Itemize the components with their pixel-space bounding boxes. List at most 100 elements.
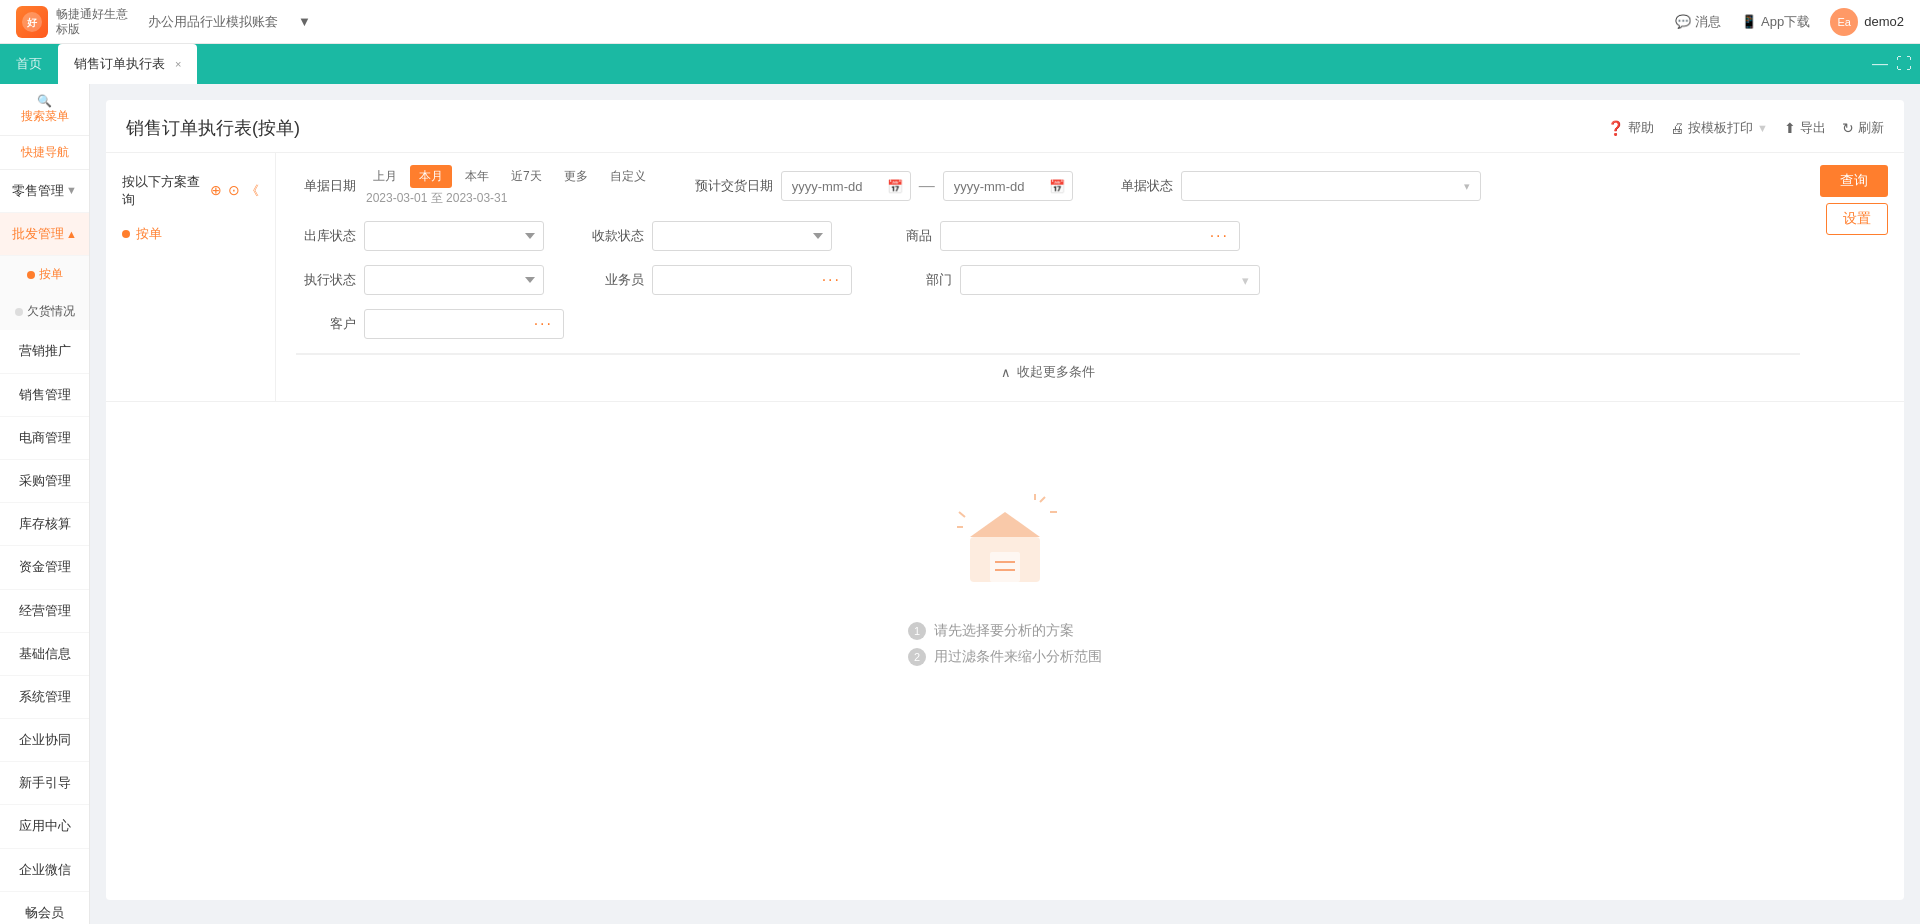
- user-avatar: Ea: [1830, 8, 1858, 36]
- add-scheme-button[interactable]: ⊕: [210, 182, 222, 200]
- page-actions: ❓ 帮助 🖨 按模板打印 ▼ ⬆ 导出 ↻ 刷新: [1607, 119, 1884, 137]
- tab-sales-order[interactable]: 销售订单执行表 ×: [58, 44, 197, 84]
- main-content: 销售订单执行表(按单) ❓ 帮助 🖨 按模板打印 ▼ ⬆ 导出 ↻ 刷新: [90, 84, 1920, 924]
- app-logo: 好: [16, 6, 48, 38]
- tab-home[interactable]: 首页: [0, 44, 58, 84]
- breadcrumb-arrow[interactable]: ▼: [298, 14, 311, 29]
- sidebar-item-operations[interactable]: 经营管理: [0, 590, 89, 633]
- sidebar-item-retail[interactable]: 零售管理 ▼: [0, 170, 89, 213]
- empty-tip-1: 1 请先选择要分析的方案: [908, 622, 1102, 640]
- sidebar-item-purchase[interactable]: 采购管理: [0, 460, 89, 503]
- sidebar-item-wechat[interactable]: 企业微信: [0, 849, 89, 892]
- exec-status-select[interactable]: [364, 265, 544, 295]
- filter-sidebar-icons: ⊕ ⊙ 《: [210, 182, 259, 200]
- sidebar-sub-item-shortage[interactable]: 欠货情况: [0, 293, 89, 330]
- sidebar-item-member[interactable]: 畅会员: [0, 892, 89, 924]
- filter-field-dept: 部门 ▾: [892, 265, 1800, 295]
- sidebar-item-app-center[interactable]: 应用中心: [0, 805, 89, 848]
- outbound-status-select[interactable]: [364, 221, 544, 251]
- period-7days[interactable]: 近7天: [502, 165, 551, 188]
- filter-sidebar: 按以下方案查询 ⊕ ⊙ 《 按单: [106, 153, 276, 401]
- breadcrumb: 办公用品行业模拟账套: [148, 13, 278, 31]
- scheme-dot: [122, 230, 130, 238]
- filter-form-area: 单据日期 上月 本月 本年 近7天 更多 自定义: [276, 153, 1904, 401]
- edit-scheme-button[interactable]: ⊙: [228, 182, 240, 200]
- collapse-sidebar-button[interactable]: 《: [246, 182, 259, 200]
- settings-button[interactable]: 设置: [1826, 203, 1888, 235]
- payment-status-select[interactable]: [652, 221, 832, 251]
- filter-field-customer: 客户 ···: [296, 309, 564, 339]
- filter-row-4: 客户 ···: [296, 309, 1800, 339]
- dept-label: 部门: [892, 271, 952, 289]
- period-more[interactable]: 更多: [555, 165, 597, 188]
- date-label: 单据日期: [296, 177, 356, 195]
- sidebar-sub-section: 按单 欠货情况: [0, 256, 89, 330]
- filter-panel: 按以下方案查询 ⊕ ⊙ 《 按单: [106, 153, 1904, 401]
- filter-field-salesman: 业务员 ···: [584, 265, 852, 295]
- tip-number-1: 1: [908, 622, 926, 640]
- empty-illustration: [945, 482, 1065, 602]
- sidebar-item-inventory[interactable]: 库存核算: [0, 503, 89, 546]
- salesman-label: 业务员: [584, 271, 644, 289]
- period-custom[interactable]: 自定义: [601, 165, 655, 188]
- empty-state: 1 请先选择要分析的方案 2 用过滤条件来缩小分析范围: [106, 402, 1904, 746]
- calendar-start-icon: 📅: [887, 179, 903, 194]
- sidebar-item-sales[interactable]: 销售管理: [0, 374, 89, 417]
- commodity-input[interactable]: ···: [940, 221, 1240, 251]
- filter-field-expected-date: 预计交货日期 📅 — 📅: [695, 171, 1073, 201]
- message-icon: 💬: [1675, 14, 1691, 29]
- export-button[interactable]: ⬆ 导出: [1784, 119, 1826, 137]
- sidebar-item-ecommerce[interactable]: 电商管理: [0, 417, 89, 460]
- sidebar-item-marketing[interactable]: 营销推广: [0, 330, 89, 373]
- query-button[interactable]: 查询: [1820, 165, 1888, 197]
- scheme-item-single[interactable]: 按单: [106, 217, 275, 251]
- status-dropdown-arrow: ▾: [1464, 180, 1470, 193]
- page-header: 销售订单执行表(按单) ❓ 帮助 🖨 按模板打印 ▼ ⬆ 导出 ↻ 刷新: [106, 100, 1904, 153]
- customer-input[interactable]: ···: [364, 309, 564, 339]
- filter-field-outbound: 出库状态: [296, 221, 544, 251]
- filter-field-exec-status: 执行状态: [296, 265, 544, 295]
- refresh-button[interactable]: ↻ 刷新: [1842, 119, 1884, 137]
- tab-maximize-icon[interactable]: ⛶: [1896, 55, 1912, 73]
- commodity-label: 商品: [872, 227, 932, 245]
- sidebar-item-finance[interactable]: 资金管理: [0, 546, 89, 589]
- date-range-inputs: 📅 — 📅: [781, 171, 1073, 201]
- filter-sidebar-header: 按以下方案查询 ⊕ ⊙ 《: [106, 165, 275, 217]
- sidebar-item-enterprise[interactable]: 企业协同: [0, 719, 89, 762]
- tab-minimize-icon[interactable]: —: [1872, 55, 1888, 73]
- period-current-year[interactable]: 本年: [456, 165, 498, 188]
- sidebar: 🔍 搜索菜单 快捷导航 零售管理 ▼ 批发管理 ▲ 按单 欠货情况 营销推广 销…: [0, 84, 90, 924]
- help-button[interactable]: ❓ 帮助: [1607, 119, 1654, 137]
- collapse-more-conditions[interactable]: ∧ 收起更多条件: [296, 354, 1800, 389]
- sidebar-item-wholesale[interactable]: 批发管理 ▲: [0, 213, 89, 256]
- svg-line-10: [959, 512, 965, 517]
- sidebar-sub-item-single[interactable]: 按单: [0, 256, 89, 293]
- customer-ellipsis: ···: [534, 315, 553, 333]
- sidebar-search[interactable]: 🔍 搜索菜单: [0, 84, 89, 136]
- tab-close-icon[interactable]: ×: [175, 58, 181, 70]
- salesman-input[interactable]: ···: [652, 265, 852, 295]
- period-last-month[interactable]: 上月: [364, 165, 406, 188]
- message-button[interactable]: 💬 消息: [1675, 13, 1721, 31]
- dept-select[interactable]: ▾: [960, 265, 1260, 295]
- tab-bar-actions: — ⛶: [1872, 55, 1920, 73]
- quick-nav-label: 快捷导航: [21, 145, 69, 159]
- period-current-month[interactable]: 本月: [410, 165, 452, 188]
- filter-field-order-status: 单据状态 ▾: [1113, 171, 1800, 201]
- filter-row-2: 出库状态 收款状态 商品: [296, 221, 1800, 251]
- print-button[interactable]: 🖨 按模板打印 ▼: [1670, 119, 1768, 137]
- sidebar-quick-nav[interactable]: 快捷导航: [0, 136, 89, 170]
- sidebar-item-system[interactable]: 系统管理: [0, 676, 89, 719]
- filter-right-actions: 查询 设置: [1820, 153, 1904, 401]
- app-download-button[interactable]: 📱 App下载: [1741, 13, 1810, 31]
- tip-number-2: 2: [908, 648, 926, 666]
- order-status-select[interactable]: ▾: [1181, 171, 1481, 201]
- sidebar-item-basic[interactable]: 基础信息: [0, 633, 89, 676]
- user-info[interactable]: Ea demo2: [1830, 8, 1904, 36]
- empty-tips: 1 请先选择要分析的方案 2 用过滤条件来缩小分析范围: [908, 622, 1102, 666]
- outbound-label: 出库状态: [296, 227, 356, 245]
- search-icon: 🔍: [37, 94, 52, 108]
- calendar-end-icon: 📅: [1049, 179, 1065, 194]
- sidebar-item-newbie[interactable]: 新手引导: [0, 762, 89, 805]
- filter-sidebar-title: 按以下方案查询: [122, 173, 210, 209]
